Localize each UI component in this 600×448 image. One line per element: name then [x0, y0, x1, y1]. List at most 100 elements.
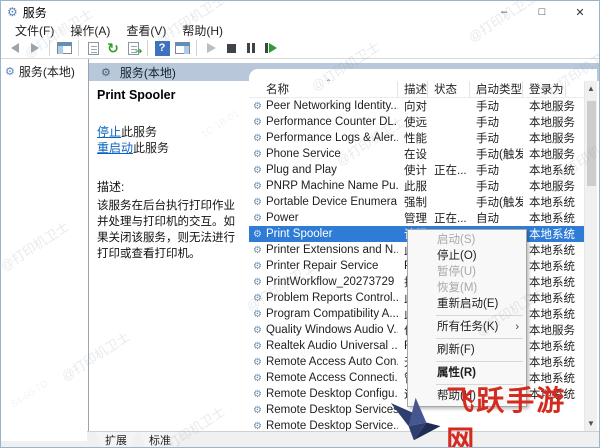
- toolbar-separator: [49, 40, 50, 56]
- selected-service-name: Print Spooler: [97, 88, 176, 102]
- service-name: Portable Device Enumera...: [265, 196, 398, 208]
- table-row[interactable]: ⚙Peer Networking Identity... 向对... 手动 本地服务: [249, 98, 584, 114]
- service-startup-type-cell: 手动: [476, 133, 499, 145]
- tree-item-services-local[interactable]: ⚙ 服务(本地): [1, 63, 88, 80]
- service-gear-icon: ⚙: [253, 308, 262, 320]
- table-row[interactable]: ⚙Plug and Play 使计... 正在... 手动 本地系统: [249, 162, 584, 178]
- start-service-icon[interactable]: [201, 39, 221, 57]
- table-row[interactable]: ⚙Performance Logs & Aler... 性能... 手动 本地服务: [249, 130, 584, 146]
- restart-service-icon[interactable]: [261, 39, 281, 57]
- service-startup-type-cell: 手动: [476, 181, 499, 193]
- tab-extended[interactable]: 扩展: [95, 432, 137, 447]
- menu-item-1[interactable]: 操作(A): [62, 22, 118, 39]
- column-header-logon-as[interactable]: 登录为: [523, 81, 566, 97]
- service-description-cell: 向对...: [404, 101, 428, 113]
- action-pane-icon[interactable]: [172, 39, 192, 57]
- table-row[interactable]: ⚙Power 管理... 正在... 自动 本地系统: [249, 210, 584, 226]
- title-bar: ⚙ 服务 – □ ✕: [1, 1, 599, 23]
- column-header-description[interactable]: 描述: [398, 81, 428, 97]
- menu-item-3[interactable]: 帮助(H): [174, 22, 231, 39]
- refresh-icon[interactable]: ↻: [103, 39, 123, 57]
- service-name: Performance Logs & Aler...: [265, 132, 398, 144]
- restart-link-text[interactable]: 重启动: [97, 141, 133, 155]
- table-row[interactable]: ⚙PNRP Machine Name Pu... 此服... 手动 本地服务: [249, 178, 584, 194]
- service-gear-icon: ⚙: [253, 372, 262, 384]
- service-logon-cell: 本地服务: [529, 181, 575, 193]
- service-description: 该服务在后台执行打印作业并处理与打印机的交互。如果关闭该服务，则无法进行打印或查…: [97, 200, 235, 260]
- service-name: Remote Desktop Configu...: [265, 388, 398, 400]
- service-description-cell: 使计...: [404, 165, 428, 177]
- service-logon-cell: 本地系统: [529, 277, 575, 289]
- console-tree-icon[interactable]: [54, 39, 74, 57]
- minimize-button[interactable]: –: [485, 1, 523, 23]
- service-gear-icon: ⚙: [253, 324, 262, 336]
- service-description-cell: 强制...: [404, 197, 428, 209]
- context-menu-item-6[interactable]: 所有任务(K) ›: [408, 319, 526, 335]
- context-menu-item-8[interactable]: 刷新(F): [408, 342, 526, 358]
- restart-service-link[interactable]: 重启动此服务: [97, 140, 243, 156]
- stop-service-icon[interactable]: [221, 39, 241, 57]
- context-menu-item-1[interactable]: 停止(O): [408, 248, 526, 264]
- column-header-startup-type[interactable]: 启动类型: [470, 81, 523, 97]
- stop-service-link[interactable]: 停止此服务: [97, 124, 243, 140]
- service-name: Printer Extensions and N...: [265, 244, 398, 256]
- tab-standard[interactable]: 标准: [139, 432, 181, 447]
- menu-item-0[interactable]: 文件(F): [7, 22, 62, 39]
- service-startup-type-cell: 手动: [476, 165, 499, 177]
- menu-item-2[interactable]: 查看(V): [118, 22, 174, 39]
- service-gear-icon: ⚙: [253, 212, 262, 224]
- forward-icon[interactable]: [25, 39, 45, 57]
- restart-link-suffix: 此服务: [133, 141, 170, 155]
- service-name: Power: [265, 212, 299, 224]
- list-column-headers: 名称 ˆ 描述 状态 启动类型 登录为: [249, 79, 597, 98]
- service-startup-type-cell: 自动: [476, 213, 499, 225]
- back-icon[interactable]: [5, 39, 25, 57]
- service-name: PrintWorkflow_20273729: [265, 276, 395, 288]
- service-gear-icon: ⚙: [253, 420, 262, 432]
- service-name: Printer Repair Service: [265, 260, 379, 272]
- help-icon[interactable]: ?: [152, 39, 172, 57]
- submenu-arrow-icon: ›: [515, 321, 519, 333]
- menu-separator: [436, 315, 523, 316]
- service-gear-icon: ⚙: [253, 132, 262, 144]
- service-logon-cell: 本地系统: [529, 341, 575, 353]
- service-logon-cell: 本地系统: [529, 293, 575, 305]
- scroll-up-icon[interactable]: ▲: [585, 81, 597, 96]
- maximize-button[interactable]: □: [523, 1, 561, 23]
- menu-separator: [436, 361, 523, 362]
- service-description-cell: 使远...: [404, 117, 428, 129]
- service-gear-icon: ⚙: [253, 260, 262, 272]
- service-gear-icon: ⚙: [253, 148, 262, 160]
- stop-link-text[interactable]: 停止: [97, 125, 121, 139]
- column-header-status[interactable]: 状态: [428, 81, 470, 97]
- service-logon-cell: 本地系统: [529, 357, 575, 369]
- toolbar-separator: [78, 40, 79, 56]
- scrollbar-thumb[interactable]: [587, 101, 596, 186]
- table-row[interactable]: ⚙Performance Counter DL... 使远... 手动 本地服务: [249, 114, 584, 130]
- service-startup-type-cell: 手动: [476, 101, 499, 113]
- service-name: Program Compatibility A...: [265, 308, 398, 320]
- table-row[interactable]: ⚙Phone Service 在设... 手动(触发... 本地服务: [249, 146, 584, 162]
- service-logon-cell: 本地服务: [529, 149, 575, 161]
- site-logo: 飞跃手游网: [389, 386, 589, 447]
- context-menu-item-4[interactable]: 重新启动(E): [408, 296, 526, 312]
- close-button[interactable]: ✕: [561, 1, 599, 23]
- service-name: Plug and Play: [265, 164, 337, 176]
- service-status-cell: 正在...: [434, 165, 467, 177]
- properties-icon[interactable]: [83, 39, 103, 57]
- service-description-cell: 此服...: [404, 181, 428, 193]
- table-row[interactable]: ⚙Portable Device Enumera... 强制... 手动(触发...…: [249, 194, 584, 210]
- paper-crane-icon: [390, 397, 441, 441]
- context-menu-item-0: 启动(S): [437, 234, 476, 246]
- menu-bar: 文件(F) 操作(A) 查看(V) 帮助(H): [1, 23, 599, 38]
- service-name: Remote Desktop Service...: [265, 420, 398, 431]
- pause-service-icon[interactable]: [241, 39, 261, 57]
- service-gear-icon: ⚙: [253, 276, 262, 288]
- service-summary-pane: Print Spooler 停止此服务 重启动此服务 描述: 该服务在后台执行打…: [89, 81, 249, 431]
- column-header-name[interactable]: 名称 ˆ: [249, 79, 398, 97]
- stop-link-suffix: 此服务: [121, 125, 158, 139]
- band-title: 服务(本地): [119, 65, 176, 80]
- export-list-icon[interactable]: [123, 39, 143, 57]
- service-gear-icon: ⚙: [253, 244, 262, 256]
- service-name: Remote Access Connecti...: [265, 372, 398, 384]
